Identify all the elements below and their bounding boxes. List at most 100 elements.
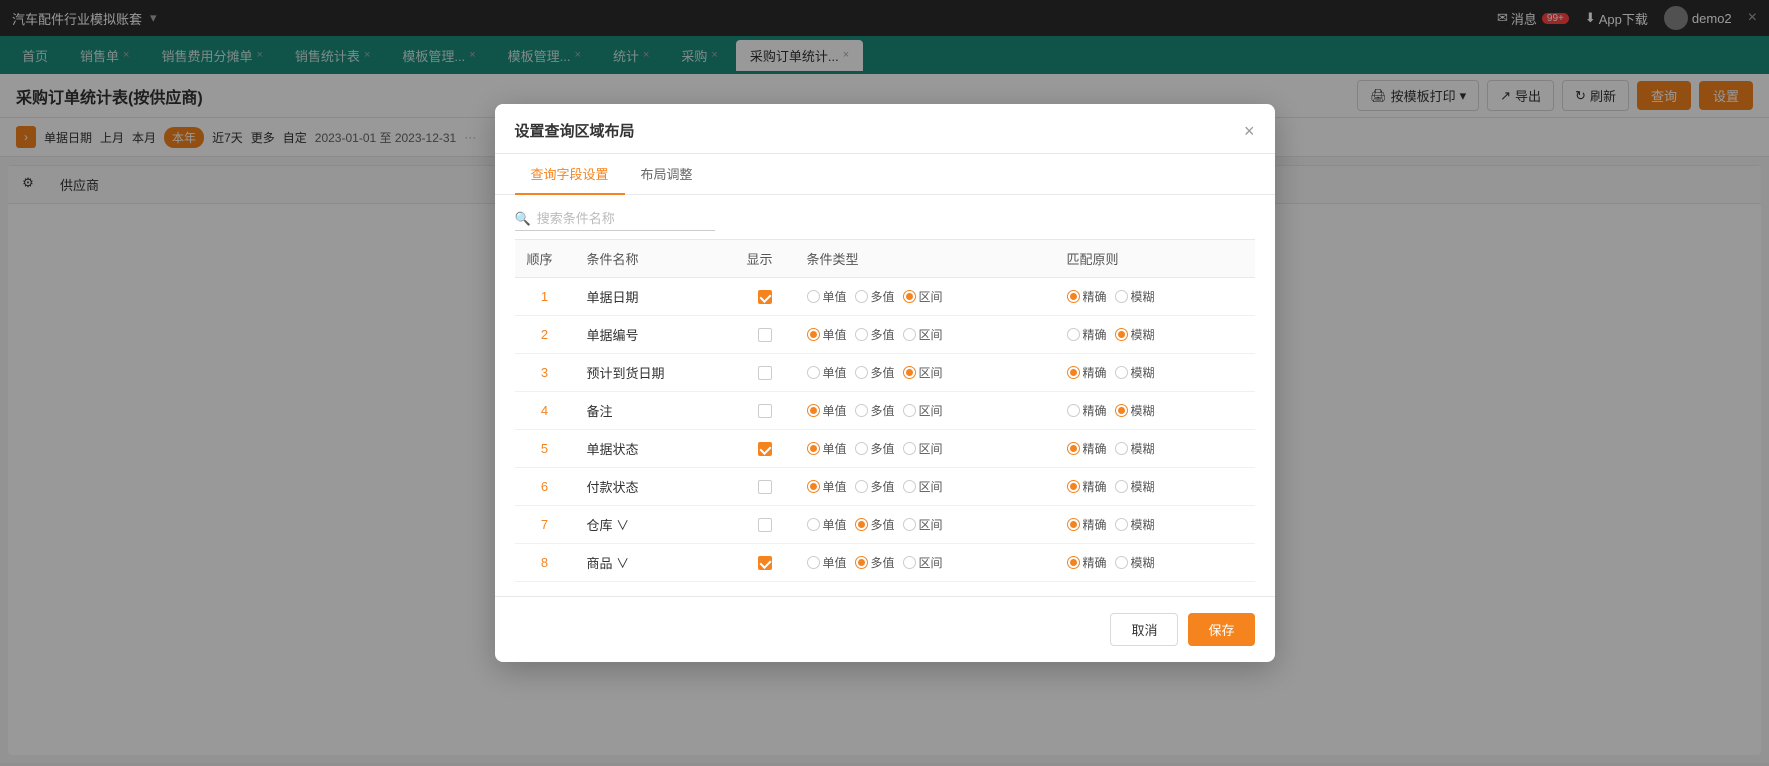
row-display-checkbox[interactable]: [735, 547, 795, 579]
radio-match-item[interactable]: 精确: [1067, 288, 1107, 305]
radio-match-label: 精确: [1083, 440, 1107, 457]
radio-match-item[interactable]: 模糊: [1115, 478, 1155, 495]
radio-type-label: 区间: [919, 478, 943, 495]
radio-type-item[interactable]: 单值: [807, 516, 847, 533]
checkbox-icon[interactable]: [758, 328, 772, 342]
radio-type-item[interactable]: 单值: [807, 440, 847, 457]
tab-query-settings[interactable]: 查询字段设置: [515, 154, 625, 195]
radio-type-item[interactable]: 单值: [807, 478, 847, 495]
modal-close-btn[interactable]: ×: [1244, 122, 1255, 140]
radio-circle-icon: [807, 518, 820, 531]
checkbox-icon[interactable]: [758, 366, 772, 380]
modal-overlay[interactable]: 设置查询区域布局 × 查询字段设置 布局调整 🔍 顺序 条件名称 显示 条件类型…: [0, 0, 1769, 766]
table-row: 4备注单值多值区间精确模糊: [515, 392, 1255, 430]
radio-type-label: 单值: [823, 554, 847, 571]
radio-match-circle-icon: [1115, 442, 1128, 455]
radio-match-item[interactable]: 模糊: [1115, 516, 1155, 533]
radio-type-item[interactable]: 区间: [903, 364, 943, 381]
modal-dialog: 设置查询区域布局 × 查询字段设置 布局调整 🔍 顺序 条件名称 显示 条件类型…: [495, 104, 1275, 662]
radio-type-item[interactable]: 单值: [807, 554, 847, 571]
row-display-checkbox[interactable]: [735, 509, 795, 541]
row-display-checkbox[interactable]: [735, 395, 795, 427]
search-input-wrap: 🔍: [515, 207, 715, 231]
radio-circle-icon: [855, 442, 868, 455]
row-condition-name: 单据日期: [575, 278, 735, 315]
radio-circle-icon: [807, 480, 820, 493]
row-match-radios: 精确模糊: [1055, 393, 1255, 428]
radio-type-item[interactable]: 多值: [855, 288, 895, 305]
row-display-checkbox[interactable]: [735, 433, 795, 465]
radio-type-label: 多值: [871, 516, 895, 533]
radio-type-item[interactable]: 区间: [903, 326, 943, 343]
radio-match-label: 精确: [1083, 516, 1107, 533]
radio-circle-icon: [903, 328, 916, 341]
checkbox-icon[interactable]: [758, 556, 772, 570]
search-input[interactable]: [537, 207, 715, 230]
radio-match-item[interactable]: 模糊: [1115, 364, 1155, 381]
radio-match-label: 精确: [1083, 326, 1107, 343]
row-type-radios: 单值 多值区间: [795, 507, 1055, 542]
radio-type-item[interactable]: 单值: [807, 288, 847, 305]
radio-type-item[interactable]: 多值: [855, 554, 895, 571]
row-condition-name: 仓库 ∨: [575, 506, 735, 543]
radio-match-item[interactable]: 模糊: [1115, 402, 1155, 419]
radio-match-item[interactable]: 模糊: [1115, 554, 1155, 571]
radio-type-label: 区间: [919, 402, 943, 419]
radio-circle-icon: [903, 290, 916, 303]
row-condition-name: 付款状态: [575, 468, 735, 505]
row-order: 9: [515, 584, 575, 588]
row-order: 1: [515, 280, 575, 313]
radio-match-item[interactable]: 精确: [1067, 364, 1107, 381]
radio-type-item[interactable]: 单值: [807, 326, 847, 343]
save-btn[interactable]: 保存: [1188, 613, 1254, 646]
table-row: 8商品 ∨单值多值区间精确模糊: [515, 544, 1255, 582]
radio-type-item[interactable]: 区间: [903, 440, 943, 457]
row-display-checkbox[interactable]: [735, 319, 795, 351]
row-display-checkbox[interactable]: [735, 281, 795, 313]
radio-type-item[interactable]: 单值: [807, 364, 847, 381]
radio-type-label: 单值: [823, 516, 847, 533]
row-display-checkbox[interactable]: [735, 471, 795, 503]
radio-type-item[interactable]: 区间: [903, 516, 943, 533]
radio-match-item[interactable]: 模糊: [1115, 288, 1155, 305]
row-display-checkbox[interactable]: [735, 357, 795, 389]
radio-type-item[interactable]: 多值: [855, 516, 895, 533]
radio-circle-icon: [807, 328, 820, 341]
radio-type-item[interactable]: 多值: [855, 440, 895, 457]
radio-type-item[interactable]: 区间: [903, 554, 943, 571]
checkbox-icon[interactable]: [758, 290, 772, 304]
radio-type-item[interactable]: 多值: [855, 326, 895, 343]
radio-circle-icon: [903, 480, 916, 493]
radio-match-label: 精确: [1083, 402, 1107, 419]
radio-type-label: 区间: [919, 326, 943, 343]
radio-match-item[interactable]: 精确: [1067, 478, 1107, 495]
cancel-btn[interactable]: 取消: [1110, 613, 1178, 646]
radio-match-item[interactable]: 模糊: [1115, 440, 1155, 457]
checkbox-icon[interactable]: [758, 404, 772, 418]
checkbox-icon[interactable]: [758, 442, 772, 456]
row-match-radios: 精确模糊: [1055, 507, 1255, 542]
checkbox-icon[interactable]: [758, 480, 772, 494]
radio-match-item[interactable]: 精确: [1067, 554, 1107, 571]
radio-type-item[interactable]: 单值: [807, 402, 847, 419]
radio-circle-icon: [855, 290, 868, 303]
radio-type-item[interactable]: 多值: [855, 364, 895, 381]
modal-title: 设置查询区域布局: [515, 120, 635, 141]
radio-type-label: 多值: [871, 288, 895, 305]
radio-match-item[interactable]: 精确: [1067, 326, 1107, 343]
radio-type-item[interactable]: 区间: [903, 288, 943, 305]
radio-match-item[interactable]: 模糊: [1115, 326, 1155, 343]
modal-footer: 取消 保存: [495, 596, 1275, 662]
radio-type-item[interactable]: 多值: [855, 478, 895, 495]
row-display-checkbox[interactable]: [735, 585, 795, 589]
modal-table: 顺序 条件名称 显示 条件类型 匹配原则 1单据日期单值多值区间精确模糊2单据编…: [515, 239, 1255, 588]
radio-type-item[interactable]: 区间: [903, 478, 943, 495]
radio-type-item[interactable]: 多值: [855, 402, 895, 419]
tab-layout-adjust[interactable]: 布局调整: [625, 154, 709, 195]
radio-match-item[interactable]: 精确: [1067, 516, 1107, 533]
radio-match-circle-icon: [1115, 328, 1128, 341]
radio-match-item[interactable]: 精确: [1067, 402, 1107, 419]
radio-type-item[interactable]: 区间: [903, 402, 943, 419]
checkbox-icon[interactable]: [758, 518, 772, 532]
radio-match-item[interactable]: 精确: [1067, 440, 1107, 457]
